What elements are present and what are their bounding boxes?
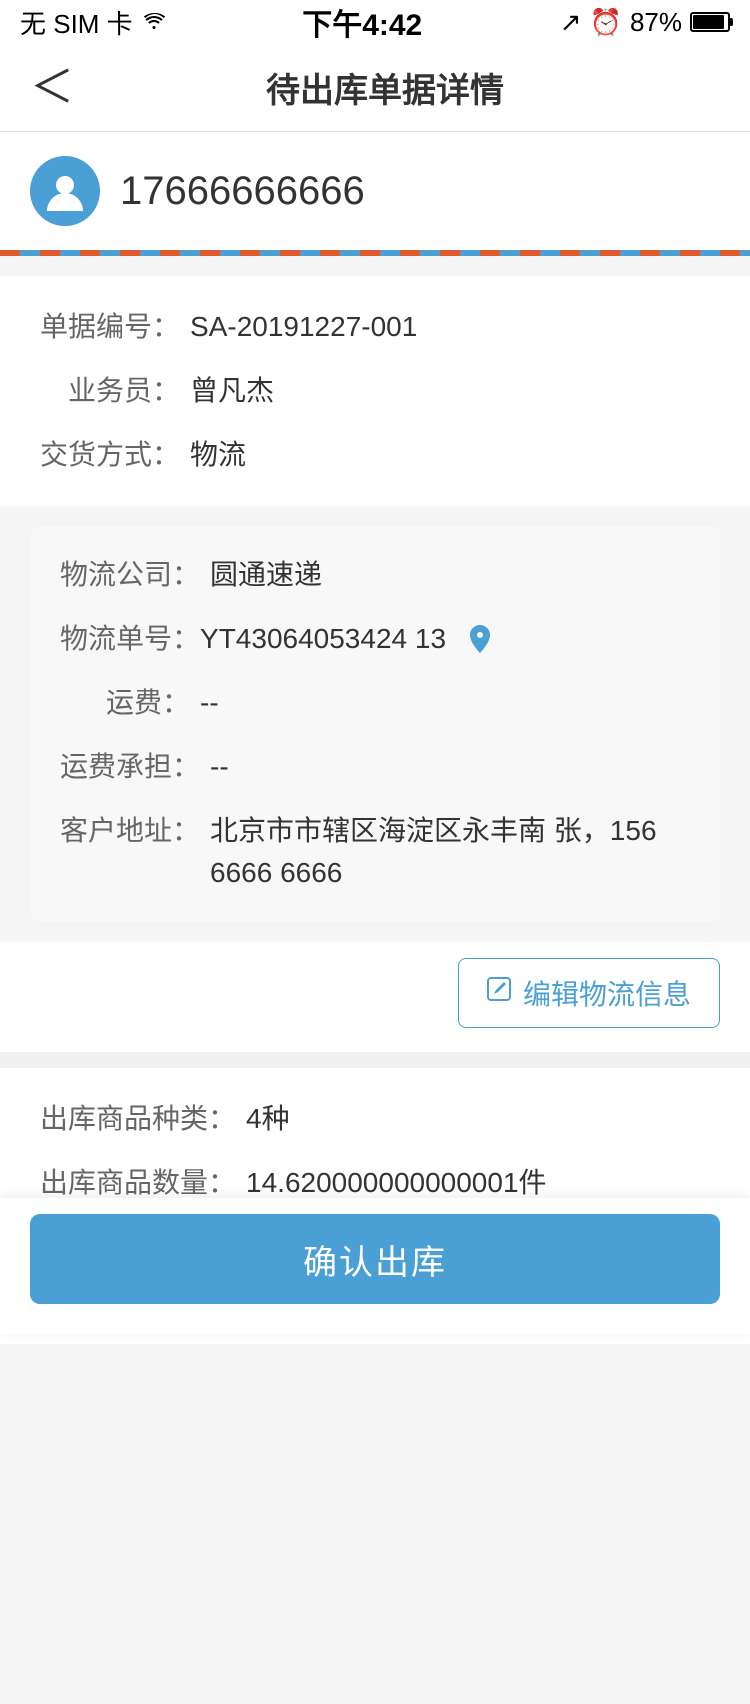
freight-label: 运费： [60, 682, 190, 724]
delivery-label: 交货方式： [40, 434, 180, 476]
back-button[interactable]: ＜ [30, 66, 74, 110]
salesman-value: 曾凡杰 [190, 370, 710, 412]
battery-percent: 87% [630, 7, 682, 38]
nav-bar: ＜ 待出库单据详情 [0, 44, 750, 132]
goods-type-label: 出库商品种类： [40, 1098, 236, 1140]
dashed-divider [0, 250, 750, 256]
edit-logistics-button[interactable]: 编辑物流信息 [458, 958, 720, 1028]
location-status-icon: ↗ [560, 7, 582, 38]
address-row: 客户地址： 北京市市辖区海淀区永丰南 张，156 6666 6666 [60, 810, 690, 894]
logistics-company-value: 圆通速递 [210, 554, 690, 596]
tracking-row-content: YT43064053424 13 [200, 618, 500, 660]
freight-bear-value: -- [210, 746, 690, 788]
order-no-value: SA-20191227-001 [190, 306, 710, 348]
tracking-no-row: 物流单号： YT43064053424 13 [60, 618, 690, 660]
freight-row: 运费： -- [60, 682, 690, 724]
order-no-row: 单据编号： SA-20191227-001 [40, 306, 710, 348]
carrier-label: 无 SIM 卡 [20, 4, 133, 41]
salesman-label: 业务员： [40, 370, 180, 412]
freight-value: -- [200, 682, 690, 724]
tracking-no-value: YT43064053424 13 [200, 618, 446, 660]
avatar [30, 156, 100, 226]
order-no-label: 单据编号： [40, 306, 180, 348]
confirm-button[interactable]: 确认出库 [30, 1214, 720, 1304]
status-bar: 无 SIM 卡 下午4:42 ↗ ⏰ 87% [0, 0, 750, 44]
page-title: 待出库单据详情 [94, 63, 676, 112]
edit-logistics-area: 编辑物流信息 [0, 942, 750, 1052]
user-phone: 17666666666 [120, 169, 365, 214]
section-divider [0, 1052, 750, 1068]
salesman-row: 业务员： 曾凡杰 [40, 370, 710, 412]
battery-icon [690, 12, 730, 32]
goods-type-value: 4种 [246, 1098, 710, 1140]
freight-bear-label: 运费承担： [60, 746, 200, 788]
wifi-icon [143, 9, 165, 35]
logistics-card: 物流公司： 圆通速递 物流单号： YT43064053424 13 运费： --… [30, 526, 720, 922]
status-time: 下午4:42 [302, 0, 422, 44]
logistics-company-row: 物流公司： 圆通速递 [60, 554, 690, 596]
edit-logistics-label: 编辑物流信息 [523, 973, 691, 1013]
status-left: 无 SIM 卡 [20, 4, 165, 41]
delivery-value: 物流 [190, 434, 710, 476]
delivery-row: 交货方式： 物流 [40, 434, 710, 476]
logistics-company-label: 物流公司： [60, 554, 200, 596]
alarm-icon: ⏰ [590, 7, 622, 38]
empty-space [0, 1344, 750, 1544]
goods-type-row: 出库商品种类： 4种 [40, 1098, 710, 1140]
address-label: 客户地址： [60, 810, 200, 852]
bottom-bar: 确认出库 [0, 1198, 750, 1334]
map-location-icon[interactable] [460, 619, 500, 659]
tracking-no-label: 物流单号： [60, 618, 200, 660]
freight-bear-row: 运费承担： -- [60, 746, 690, 788]
status-right: ↗ ⏰ 87% [560, 7, 730, 38]
user-header: 17666666666 [0, 132, 750, 250]
address-value: 北京市市辖区海淀区永丰南 张，156 6666 6666 [210, 810, 690, 894]
edit-icon [487, 977, 513, 1010]
order-info-section: 单据编号： SA-20191227-001 业务员： 曾凡杰 交货方式： 物流 [0, 276, 750, 506]
